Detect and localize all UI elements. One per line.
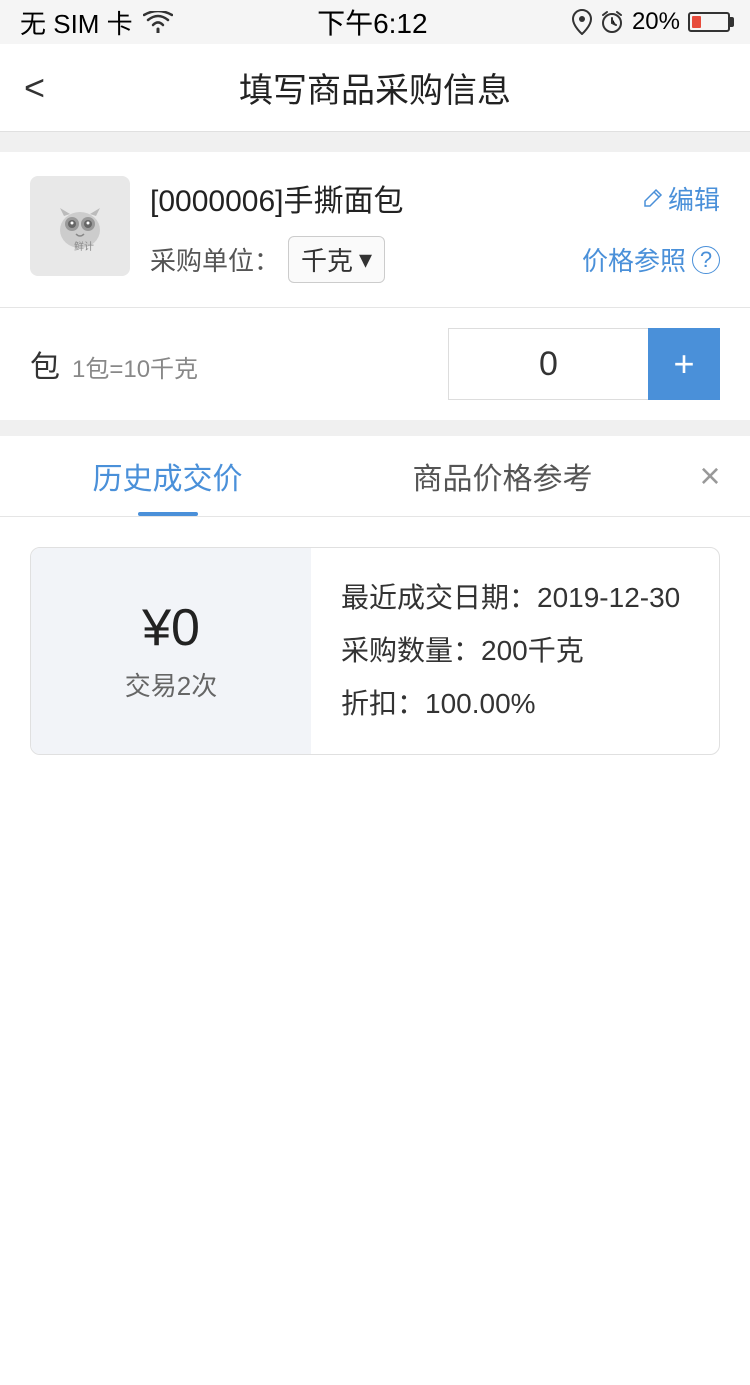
quantity-label-group: 包 1包=10千克 bbox=[30, 342, 198, 386]
wifi-icon bbox=[143, 11, 173, 33]
section-divider bbox=[0, 420, 750, 436]
product-thumbnail: 鲜计 bbox=[30, 176, 130, 276]
price-value: 0 bbox=[171, 599, 200, 657]
product-header-row: [0000006]手撕面包 编辑 bbox=[150, 176, 720, 220]
time-display: 下午6:12 bbox=[317, 2, 428, 42]
history-content: ¥0 交易2次 最近成交日期：2019-12-30 采购数量：200千克 折扣：… bbox=[0, 517, 750, 785]
tabs-close-button[interactable]: × bbox=[670, 436, 750, 516]
alarm-icon bbox=[600, 10, 624, 34]
edit-button[interactable]: 编辑 bbox=[642, 180, 720, 217]
help-icon: ? bbox=[692, 246, 720, 274]
back-button[interactable]: < bbox=[24, 67, 45, 109]
quantity-unit: 包 bbox=[30, 342, 60, 386]
quantity-input[interactable] bbox=[448, 328, 648, 400]
tabs-section: 历史成交价 商品价格参考 × ¥0 交易2次 最近成交日期：2019-12-30 bbox=[0, 436, 750, 785]
quantity-input-group: + bbox=[448, 328, 720, 400]
price-card-left: ¥0 交易2次 bbox=[31, 548, 311, 754]
product-info: [0000006]手撕面包 编辑 采购单位： 千克 ▾ bbox=[150, 176, 720, 283]
purchase-unit-group: 采购单位： 千克 ▾ bbox=[150, 236, 385, 283]
discount-label: 折扣： bbox=[341, 688, 425, 719]
carrier-label: 无 SIM 卡 bbox=[20, 4, 133, 41]
price-transactions: 交易2次 bbox=[125, 666, 217, 703]
recent-date-row: 最近成交日期：2019-12-30 bbox=[341, 578, 689, 617]
purchase-unit-label: 采购单位： bbox=[150, 241, 280, 278]
battery-icon bbox=[688, 12, 730, 32]
product-name: [0000006]手撕面包 bbox=[150, 176, 403, 220]
quantity-value: 200千克 bbox=[481, 635, 584, 666]
status-bar: 无 SIM 卡 下午6:12 20% bbox=[0, 0, 750, 44]
product-section: 鲜计 [0000006]手撕面包 编辑 采购单位： 千克 bbox=[0, 152, 750, 307]
quantity-conversion: 1包=10千克 bbox=[72, 349, 198, 384]
tab-history-price[interactable]: 历史成交价 bbox=[0, 436, 335, 516]
tab-price-ref-label: 商品价格参考 bbox=[413, 454, 593, 498]
unit-dropdown[interactable]: 千克 ▾ bbox=[288, 236, 385, 283]
nav-bar: < 填写商品采购信息 bbox=[0, 44, 750, 132]
recent-date-value: 2019-12-30 bbox=[537, 582, 680, 613]
tab-history-label: 历史成交价 bbox=[93, 454, 243, 498]
recent-date-label: 最近成交日期： bbox=[341, 582, 537, 613]
battery-percent: 20% bbox=[632, 8, 680, 36]
quantity-section: 包 1包=10千克 + bbox=[0, 307, 750, 420]
quantity-label: 采购数量： bbox=[341, 635, 481, 666]
currency-symbol: ¥ bbox=[142, 599, 171, 657]
quantity-row: 采购数量：200千克 bbox=[341, 631, 689, 670]
status-left: 无 SIM 卡 bbox=[20, 4, 173, 41]
price-amount: ¥0 bbox=[142, 598, 200, 658]
tab-underline bbox=[138, 512, 198, 516]
location-icon bbox=[572, 9, 592, 35]
purchase-unit-row: 采购单位： 千克 ▾ 价格参照 ? bbox=[150, 236, 720, 283]
quantity-plus-button[interactable]: + bbox=[648, 328, 720, 400]
bottom-fill bbox=[0, 785, 750, 1385]
svg-text:鲜计: 鲜计 bbox=[74, 240, 94, 252]
price-ref-label: 价格参照 bbox=[582, 241, 686, 278]
tabs-header: 历史成交价 商品价格参考 × bbox=[0, 436, 750, 517]
edit-icon bbox=[642, 187, 664, 209]
dropdown-arrow: ▾ bbox=[359, 244, 372, 275]
status-right: 20% bbox=[572, 8, 730, 36]
product-row: 鲜计 [0000006]手撕面包 编辑 采购单位： 千克 bbox=[30, 176, 720, 283]
page-title: 填写商品采购信息 bbox=[239, 63, 511, 112]
product-image: 鲜计 bbox=[54, 200, 106, 252]
discount-row: 折扣：100.00% bbox=[341, 684, 689, 723]
discount-value: 100.00% bbox=[425, 688, 536, 719]
price-reference-link[interactable]: 价格参照 ? bbox=[582, 241, 720, 278]
tab-product-price-ref[interactable]: 商品价格参考 bbox=[335, 436, 670, 516]
unit-value: 千克 bbox=[301, 241, 353, 278]
price-card: ¥0 交易2次 最近成交日期：2019-12-30 采购数量：200千克 折扣：… bbox=[30, 547, 720, 755]
price-card-right: 最近成交日期：2019-12-30 采购数量：200千克 折扣：100.00% bbox=[311, 548, 719, 754]
